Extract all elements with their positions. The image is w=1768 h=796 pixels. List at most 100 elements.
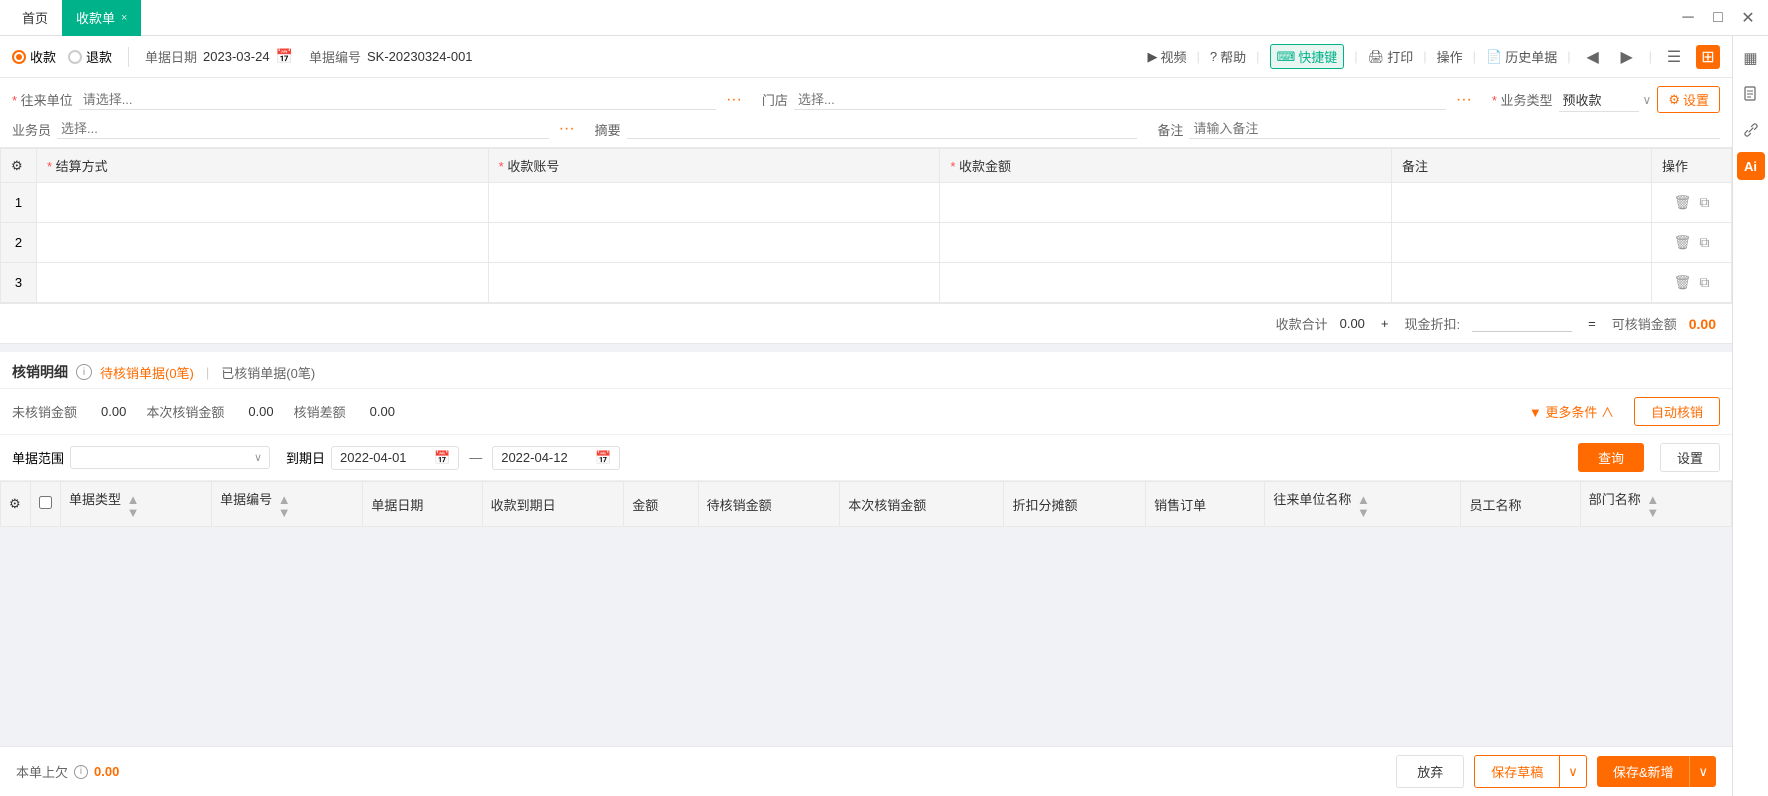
more-conditions-btn[interactable]: ▼ 更多条件 ∧ (1529, 402, 1614, 421)
sidebar-ai-icon[interactable]: Ai (1737, 152, 1765, 180)
row2-remark[interactable] (1392, 223, 1652, 263)
row2-amount[interactable] (940, 223, 1392, 263)
row3-account[interactable] (488, 263, 940, 303)
next-btn[interactable]: ▶ (1615, 45, 1639, 69)
calendar-icon[interactable]: 📅 (276, 48, 293, 65)
bottom-action-bar: 本单上欠 i 0.00 放弃 保存草稿 ∨ 保存&新增 ∨ (0, 746, 1732, 796)
pending-tab[interactable]: 待核销单据(0笔) (100, 363, 194, 382)
row3-settlement[interactable] (37, 263, 489, 303)
refund-radio-circle (68, 50, 82, 64)
verification-section: 核销明细 i 待核销单据(0笔) | 已核销单据(0笔) 未核销金额 0.00 … (0, 352, 1732, 527)
salesperson-group: 业务员 ··· (12, 119, 575, 139)
row2-account[interactable] (488, 223, 940, 263)
salesperson-label: 业务员 (12, 120, 51, 139)
calendar-to-icon[interactable]: 📅 (595, 450, 611, 466)
salesperson-input[interactable] (57, 119, 549, 139)
help-btn[interactable]: ? 帮助 (1210, 47, 1246, 66)
select-all-checkbox[interactable] (39, 496, 52, 509)
th-account: 收款账号 (488, 149, 940, 183)
summary-input[interactable] (627, 119, 1138, 139)
sidebar-link-icon[interactable] (1737, 116, 1765, 144)
per-page-value: 0.00 (94, 764, 119, 779)
counterparty-group: 往来单位 ··· (12, 90, 742, 110)
layout-btn[interactable]: ☰ (1662, 45, 1686, 69)
shortcut-btn[interactable]: ⌨ 快捷键 (1270, 44, 1345, 69)
row2-settlement[interactable] (37, 223, 489, 263)
sidebar-table-icon[interactable]: ▦ (1737, 44, 1765, 72)
per-page-label: 本单上欠 (16, 762, 68, 781)
row3-remark[interactable] (1392, 263, 1652, 303)
note-input[interactable] (1189, 119, 1720, 139)
sort-arrows-dept: ▲▼ (1646, 493, 1659, 519)
row3-amount[interactable] (940, 263, 1392, 303)
maximize-button[interactable]: □ (1706, 6, 1730, 30)
row1-account[interactable] (488, 183, 940, 223)
close-tab-icon[interactable]: × (121, 12, 127, 24)
sort-arrows-no: ▲▼ (278, 493, 291, 519)
sidebar-document-icon[interactable] (1737, 80, 1765, 108)
counterparty-more-icon[interactable]: ··· (726, 91, 742, 109)
calendar-from-icon[interactable]: 📅 (434, 450, 450, 466)
completed-tab[interactable]: 已核销单据(0笔) (221, 363, 315, 382)
print-btn[interactable]: 🖨 打印 (1368, 47, 1414, 66)
minimize-button[interactable]: ─ (1676, 6, 1700, 30)
due-date-label: 到期日 (286, 448, 325, 467)
save-draft-arrow-button[interactable]: ∨ (1560, 755, 1587, 788)
store-more-icon[interactable]: ··· (1456, 91, 1472, 109)
receipt-radio[interactable]: 收款 (12, 47, 56, 66)
row1-amount[interactable] (940, 183, 1392, 223)
save-draft-button[interactable]: 保存草稿 (1474, 755, 1560, 788)
history-btn[interactable]: 📄 历史单据 (1486, 47, 1557, 66)
btable-th-dept[interactable]: 部门名称 ▲▼ (1580, 482, 1731, 527)
row1-copy-icon[interactable]: ⧉ (1699, 194, 1709, 211)
business-type-arrow[interactable]: ∨ (1643, 93, 1652, 107)
date-to-input[interactable] (501, 450, 591, 465)
shortcut-icon: ⌨ (1277, 49, 1296, 65)
row2-copy-icon[interactable]: ⧉ (1699, 234, 1709, 251)
table-gear-header[interactable]: ⚙ (1, 149, 37, 183)
btable-th-current: 本次核销金额 (840, 482, 1004, 527)
table-settings-button[interactable]: 设置 (1660, 443, 1720, 472)
row3-delete-icon[interactable]: 🗑 (1674, 274, 1692, 291)
nav-tab-receipt[interactable]: 收款单 × (62, 0, 141, 36)
total-value: 0.00 (1340, 316, 1365, 331)
btable-gear[interactable]: ⚙ (1, 482, 31, 527)
top-nav: 首页 收款单 × ─ □ ✕ (0, 0, 1768, 36)
receipt-header: 收款 退款 单据日期 2023-03-24 📅 单据编号 SK-20230324… (0, 36, 1732, 78)
salesperson-more-icon[interactable]: ··· (559, 120, 575, 138)
save-new-button[interactable]: 保存&新增 (1597, 756, 1690, 787)
counterparty-input[interactable] (79, 90, 716, 110)
window-close-button[interactable]: ✕ (1736, 6, 1760, 30)
verification-stats: 未核销金额 0.00 本次核销金额 0.00 核销差额 0.00 ▼ 更多条件 … (0, 389, 1732, 435)
discount-input[interactable] (1472, 316, 1572, 332)
help-label: 帮助 (1220, 47, 1246, 66)
store-input[interactable] (794, 90, 1446, 110)
btable-th-type[interactable]: 单据类型 ▲▼ (61, 482, 212, 527)
refund-radio[interactable]: 退款 (68, 47, 112, 66)
verification-info-icon[interactable]: i (76, 364, 92, 380)
row1-delete-icon[interactable]: 🗑 (1674, 194, 1692, 211)
date-from-input[interactable] (340, 450, 430, 465)
query-button[interactable]: 查询 (1578, 443, 1644, 472)
nav-right-icons: ─ □ ✕ (1676, 6, 1760, 30)
range-select[interactable] (70, 446, 270, 469)
save-new-arrow-button[interactable]: ∨ (1689, 756, 1716, 787)
grid-btn[interactable]: ⊞ (1696, 45, 1720, 69)
btable-th-no[interactable]: 单据编号 ▲▼ (212, 482, 363, 527)
per-page-info-icon[interactable]: i (74, 765, 88, 779)
video-btn[interactable]: ▶ 视频 (1147, 47, 1186, 66)
row1-remark[interactable] (1392, 183, 1652, 223)
abandon-button[interactable]: 放弃 (1396, 755, 1464, 788)
operation-btn[interactable]: 操作 (1437, 47, 1463, 66)
prev-btn[interactable]: ◀ (1581, 45, 1605, 69)
nav-tab-home[interactable]: 首页 (8, 0, 62, 36)
row3-copy-icon[interactable]: ⧉ (1699, 274, 1709, 291)
auto-verify-button[interactable]: 自动核销 (1634, 397, 1720, 426)
settings-button[interactable]: ⚙ 设置 (1657, 86, 1720, 113)
right-sidebar: ▦ Ai (1732, 36, 1768, 796)
row2-delete-icon[interactable]: 🗑 (1674, 234, 1692, 251)
row1-settlement[interactable] (37, 183, 489, 223)
video-icon: ▶ (1147, 49, 1157, 65)
help-icon: ? (1210, 49, 1217, 64)
btable-th-counterparty[interactable]: 往来单位名称 ▲▼ (1265, 482, 1461, 527)
